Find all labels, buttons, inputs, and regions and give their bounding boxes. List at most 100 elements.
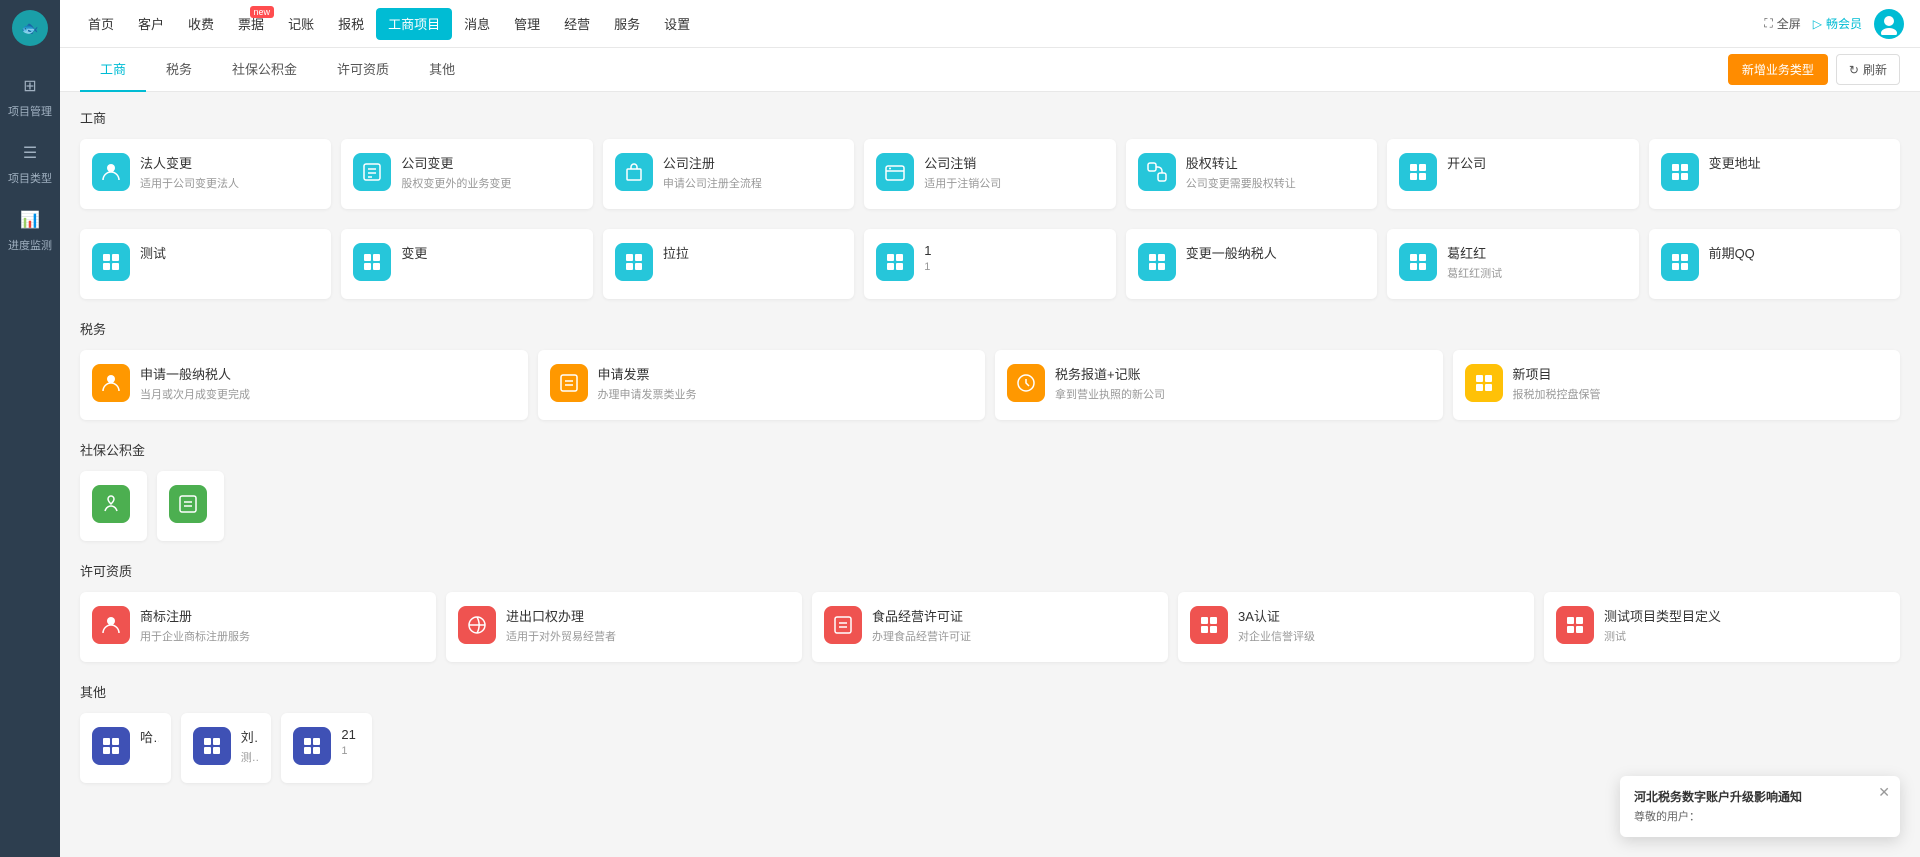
card-desc: 测试	[241, 749, 260, 765]
sidebar-item-progress-monitor[interactable]: 📊 进度监测	[0, 196, 60, 263]
card-3a-cert[interactable]: 3A认证 对企业信誉评级	[1178, 592, 1534, 662]
card-legal-change[interactable]: 法人变更 适用于公司变更法人	[80, 139, 331, 209]
nav-industry[interactable]: 工商项目	[376, 8, 452, 40]
card-title: 公司注册	[663, 153, 842, 172]
main-wrap: 首页 客户 收费 票据 new 记账 报税 工商项目 消息 管理 经营 服务 设…	[60, 0, 1920, 857]
subtab-shebao[interactable]: 社保公积金	[212, 48, 317, 92]
notification-close[interactable]: ✕	[1878, 784, 1890, 801]
sidebar-item-label: 进度监测	[8, 237, 52, 253]
card-provident-fund[interactable]: 公积金开户 办理公积金相关业务	[157, 471, 224, 541]
nav-home[interactable]: 首页	[76, 0, 126, 48]
card-mohonghong[interactable]: 葛红红 葛红红测试	[1387, 229, 1638, 299]
card-title: 测试项目类型目定义	[1604, 606, 1888, 625]
front-qq-icon	[1661, 243, 1699, 281]
new-type-button[interactable]: 新增业务类型	[1728, 54, 1828, 85]
member-btn[interactable]: ▷ 畅会员	[1813, 15, 1862, 32]
refresh-button[interactable]: ↻ 刷新	[1836, 54, 1900, 85]
sidebar-item-label: 项目类型	[8, 170, 52, 186]
shebao-cards: 社保登记 进行人员社保登记 公积金开户 办理公积金相关业务	[80, 471, 480, 541]
card-title: 食品经营许可证	[872, 606, 1156, 625]
card-twenty-one[interactable]: 21 1	[281, 713, 372, 783]
fullscreen-icon: ⛶	[1764, 16, 1772, 31]
progress-monitor-icon: 📊	[16, 206, 44, 234]
nav-ticket[interactable]: 票据 new	[226, 0, 276, 48]
card-trademark[interactable]: 商标注册 用于企业商标注册服务	[80, 592, 436, 662]
card-change2[interactable]: 变更	[341, 229, 592, 299]
card-food-license[interactable]: 食品经营许可证 办理食品经营许可证	[812, 592, 1168, 662]
card-title: 商标注册	[140, 606, 424, 625]
card-title: 申请发票	[598, 364, 974, 383]
food-license-icon	[824, 606, 862, 644]
one-icon	[876, 243, 914, 281]
card-equity-transfer[interactable]: 股权转让 公司变更需要股权转让	[1126, 139, 1377, 209]
card-change-taxpayer[interactable]: 变更一般纳税人	[1126, 229, 1377, 299]
haha-icon	[92, 727, 130, 765]
card-desc: 1	[924, 261, 1103, 273]
page-content: 工商 税务 社保公积金 许可资质 其他 新增业务类型 ↻ 刷新 工商	[60, 48, 1920, 857]
subtabs: 工商 税务 社保公积金 许可资质 其他 新增业务类型 ↻ 刷新	[60, 48, 1920, 92]
sidebar-item-project-mgmt[interactable]: ⊞ 项目管理	[0, 62, 60, 129]
subtab-gongshang[interactable]: 工商	[80, 48, 146, 92]
fullscreen-btn[interactable]: ⛶ 全屏	[1764, 15, 1800, 32]
card-liupeng-test[interactable]: 刘鹏测试 测试	[181, 713, 272, 783]
card-desc: 办理食品经营许可证	[872, 628, 1156, 644]
sidebar-item-label: 项目管理	[8, 103, 52, 119]
avatar[interactable]	[1874, 9, 1904, 39]
card-social-register[interactable]: 社保登记 进行人员社保登记	[80, 471, 147, 541]
apply-taxpayer-icon	[92, 364, 130, 402]
test-icon	[92, 243, 130, 281]
card-title: 公司变更	[401, 153, 580, 172]
card-title: 进出口权办理	[506, 606, 790, 625]
company-register-icon	[615, 153, 653, 191]
card-title: 变更	[401, 243, 580, 262]
card-title: 变更一般纳税人	[1186, 243, 1365, 262]
subtab-shuiwu[interactable]: 税务	[146, 48, 212, 92]
card-front-qq[interactable]: 前期QQ	[1649, 229, 1900, 299]
nav-settings[interactable]: 设置	[652, 0, 702, 48]
card-import-export[interactable]: 进出口权办理 适用于对外贸易经营者	[446, 592, 802, 662]
card-company-cancel[interactable]: 公司注销 适用于注销公司	[864, 139, 1115, 209]
topnav-right: ⛶ 全屏 ▷ 畅会员	[1764, 9, 1904, 39]
subtab-other[interactable]: 其他	[409, 48, 475, 92]
nav-accounting[interactable]: 记账	[276, 0, 326, 48]
twenty-one-icon	[293, 727, 331, 765]
card-open-company[interactable]: 开公司	[1387, 139, 1638, 209]
card-tax-report-accounting[interactable]: 税务报道+记账 拿到营业执照的新公司	[995, 350, 1443, 420]
card-lala[interactable]: 拉拉	[603, 229, 854, 299]
member-icon: ▷	[1813, 17, 1822, 31]
card-company-register[interactable]: 公司注册 申请公司注册全流程	[603, 139, 854, 209]
nav-billing[interactable]: 收费	[176, 0, 226, 48]
card-desc: 办理申请发票类业务	[598, 386, 974, 402]
company-cancel-icon	[876, 153, 914, 191]
card-apply-taxpayer[interactable]: 申请一般纳税人 当月或次月成变更完成	[80, 350, 528, 420]
nav-tax[interactable]: 报税	[326, 0, 376, 48]
liupeng-test-icon	[193, 727, 231, 765]
import-export-icon	[458, 606, 496, 644]
card-new-project[interactable]: 新项目 报税加税控盘保管	[1453, 350, 1901, 420]
card-title: 公司注销	[924, 153, 1103, 172]
provident-fund-icon	[169, 485, 207, 523]
test-type-define-icon	[1556, 606, 1594, 644]
nav-message[interactable]: 消息	[452, 0, 502, 48]
nav-manage[interactable]: 管理	[502, 0, 552, 48]
card-change-address[interactable]: 变更地址	[1649, 139, 1900, 209]
subtab-xuke[interactable]: 许可资质	[317, 48, 409, 92]
section-shebao-title: 社保公积金	[80, 440, 1900, 459]
sidebar-item-project-type[interactable]: ☰ 项目类型	[0, 129, 60, 196]
card-title: 3A认证	[1238, 606, 1522, 625]
card-test[interactable]: 测试	[80, 229, 331, 299]
card-desc: 股权变更外的业务变更	[401, 175, 580, 191]
topnav: 首页 客户 收费 票据 new 记账 报税 工商项目 消息 管理 经营 服务 设…	[60, 0, 1920, 48]
trademark-icon	[92, 606, 130, 644]
card-test-type-define[interactable]: 测试项目类型目定义 测试	[1544, 592, 1900, 662]
change-taxpayer-icon	[1138, 243, 1176, 281]
nav-service[interactable]: 服务	[602, 0, 652, 48]
card-company-change[interactable]: 公司变更 股权变更外的业务变更	[341, 139, 592, 209]
notification-title: 河北税务数字账户升级影响通知	[1634, 788, 1886, 805]
card-apply-invoice[interactable]: 申请发票 办理申请发票类业务	[538, 350, 986, 420]
card-one[interactable]: 1 1	[864, 229, 1115, 299]
card-haha[interactable]: 哈哈	[80, 713, 171, 783]
new-badge: new	[250, 6, 275, 18]
nav-operation[interactable]: 经营	[552, 0, 602, 48]
nav-customer[interactable]: 客户	[126, 0, 176, 48]
